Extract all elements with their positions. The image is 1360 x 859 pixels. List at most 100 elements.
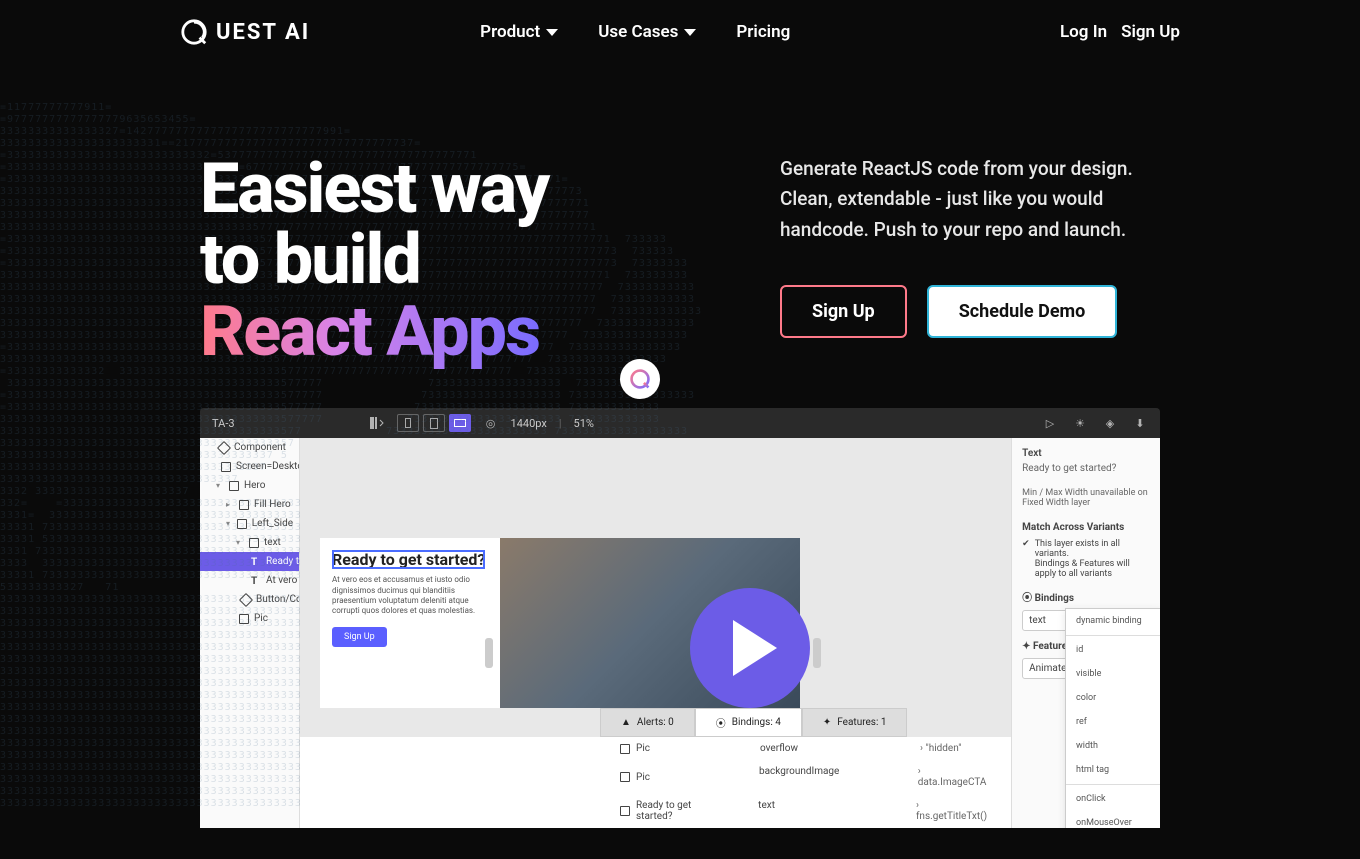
bindings-heading: ⦿ Bindings: [1022, 589, 1150, 604]
tree-item-label: Hero: [244, 480, 265, 491]
binding-value: › data.ImageCTA: [918, 766, 991, 788]
canvas: Ready to get started? At vero eos et acc…: [300, 438, 1011, 828]
hero-right: Generate ReactJS code from your design. …: [780, 154, 1160, 368]
device-desktop[interactable]: [449, 414, 471, 432]
resize-handle-right[interactable]: [813, 638, 821, 668]
tree-item[interactable]: TAt vero eos et …: [200, 571, 299, 590]
dropdown-item[interactable]: visible: [1066, 662, 1160, 686]
dropdown-item[interactable]: id: [1066, 638, 1160, 662]
logo[interactable]: UEST AI: [180, 18, 310, 46]
properties-panel: Text Ready to get started? Min / Max Wid…: [1011, 438, 1160, 828]
tab-features[interactable]: ✦ Features: 1: [802, 708, 908, 737]
binding-row[interactable]: Ready to get started?text› fns.getTitleT…: [600, 794, 1011, 828]
tree-item[interactable]: TReady to get st…: [200, 552, 299, 571]
binding-row[interactable]: Picoverflow› "hidden": [600, 737, 1011, 760]
nav-use-cases[interactable]: Use Cases: [598, 22, 696, 42]
sun-icon[interactable]: ☀: [1072, 415, 1088, 431]
tree-item[interactable]: ▸ Fill Hero: [200, 495, 299, 514]
hero-line1: Easiest way: [200, 148, 548, 230]
canvas-heading[interactable]: Ready to get started?: [332, 550, 485, 569]
target-icon[interactable]: ◎: [483, 415, 499, 431]
binding-value: › fns.getTitleTxt(): [916, 800, 991, 822]
frame-icon: [620, 772, 630, 782]
component-icon: [239, 593, 253, 607]
chevron-down-icon: [546, 29, 558, 36]
chevron-down-icon: [684, 29, 696, 36]
caret-icon: ▾: [226, 519, 232, 528]
tree-item[interactable]: ▾Hero: [200, 476, 299, 495]
tree-item-label: Pic: [254, 613, 268, 624]
bindings-table: Pic overflow › "hidden" PicbackgroundImage›…: [300, 737, 1011, 828]
app-preview: TA-3 ◎ 1440px | 51% ▷ ☀ ◈ ⬇ Component Scr…: [200, 408, 1160, 828]
dropdown-item[interactable]: ref: [1066, 710, 1160, 734]
binding-row[interactable]: PicbackgroundImage› data.ImageCTA: [600, 760, 1011, 794]
tree-item-label: Screen=Desktop: [236, 461, 300, 472]
logo-icon: [180, 18, 208, 46]
tree-item-label: Fill Hero: [254, 499, 291, 510]
device-tablet[interactable]: [423, 414, 445, 432]
quest-badge-icon: [620, 359, 660, 399]
tree-item[interactable]: ▾text: [200, 533, 299, 552]
dropdown-item[interactable]: html tag: [1066, 758, 1160, 782]
binding-dropdown: dynamic binding idvisiblecolorrefwidthhtm…: [1065, 608, 1160, 828]
caret-icon: ▸: [226, 500, 234, 509]
doc-name: TA-3: [212, 417, 235, 430]
tree-item[interactable]: Component: [200, 438, 299, 457]
app-toolbar: TA-3 ◎ 1440px | 51% ▷ ☀ ◈ ⬇: [200, 408, 1160, 438]
tree-item[interactable]: Button/Contained: [200, 590, 299, 609]
tab-bindings[interactable]: ⦿ Bindings: 4: [695, 708, 802, 737]
tree-item-label: Component: [234, 442, 286, 453]
frame-icon: [620, 744, 630, 754]
device-mobile[interactable]: [397, 414, 419, 432]
binding-property: overflow: [760, 743, 880, 754]
play-icon[interactable]: ▷: [1042, 415, 1058, 431]
hero-cta: Sign Up Schedule Demo: [780, 285, 1160, 338]
signup-button[interactable]: Sign Up: [780, 285, 907, 338]
dropdown-item[interactable]: dynamic binding: [1066, 609, 1160, 633]
binding-layer: Ready to get started?: [636, 800, 718, 822]
tree-item[interactable]: Pic: [200, 609, 299, 628]
hero-title: Easiest way to build React Apps: [200, 154, 660, 368]
binding-value: › "hidden": [920, 743, 961, 754]
binding-layer: Pic: [636, 772, 650, 783]
canvas-main: Ready to get started? At vero eos et acc…: [300, 438, 1011, 708]
width-note: Min / Max Width unavailable on Fixed Wid…: [1022, 488, 1150, 508]
dropdown-item[interactable]: onMouseOver: [1066, 811, 1160, 828]
nav-pricing[interactable]: Pricing: [736, 22, 790, 42]
signup-link[interactable]: Sign Up: [1121, 22, 1180, 42]
nav: Product Use Cases Pricing: [480, 22, 790, 42]
text-label: Text: [1022, 448, 1150, 459]
nav-product[interactable]: Product: [480, 22, 558, 42]
tree-item[interactable]: ▾ Left_Side: [200, 514, 299, 533]
hero: Easiest way to build React Apps Generate…: [0, 64, 1360, 408]
canvas-content: Ready to get started? At vero eos et acc…: [320, 538, 500, 708]
dropdown-item[interactable]: color: [1066, 686, 1160, 710]
frame-icon: [229, 481, 239, 491]
frame-icon: [239, 614, 249, 624]
schedule-demo-button[interactable]: Schedule Demo: [927, 285, 1118, 338]
canvas-signup-button[interactable]: Sign Up: [332, 627, 387, 647]
component-icon: [217, 441, 231, 455]
canvas-body-text: At vero eos et accusamus et iusto odio d…: [332, 575, 488, 617]
resize-handle-left[interactable]: [485, 638, 493, 668]
panel-toggle-icon[interactable]: [369, 415, 385, 431]
video-play-button[interactable]: [690, 588, 810, 708]
brand-text: UEST AI: [216, 20, 310, 45]
hero-left: Easiest way to build React Apps: [200, 154, 660, 368]
frame-icon: [221, 462, 231, 472]
tree-item-label: Button/Contained: [256, 594, 300, 605]
tree-item[interactable]: Screen=Desktop: [200, 457, 299, 476]
tree-item-label: At vero eos et …: [266, 575, 300, 586]
dropdown-item[interactable]: width: [1066, 734, 1160, 758]
app-body: Component Screen=Desktop ▾Hero ▸ Fill Hero ▾ L…: [200, 438, 1160, 828]
download-icon[interactable]: ⬇: [1132, 415, 1148, 431]
check-icon: ✔: [1022, 539, 1030, 549]
bottom-tabs: ▲ Alerts: 0 ⦿ Bindings: 4 ✦ Features: 1: [300, 708, 1011, 737]
hero-line3: React Apps: [200, 291, 539, 373]
tree-item-label: text: [264, 537, 281, 548]
dropdown-item[interactable]: onClick: [1066, 787, 1160, 811]
login-link[interactable]: Log In: [1060, 22, 1107, 42]
cube-icon[interactable]: ◈: [1102, 415, 1118, 431]
tree-item-label: Left_Side: [252, 518, 293, 529]
tab-alerts[interactable]: ▲ Alerts: 0: [600, 708, 695, 737]
